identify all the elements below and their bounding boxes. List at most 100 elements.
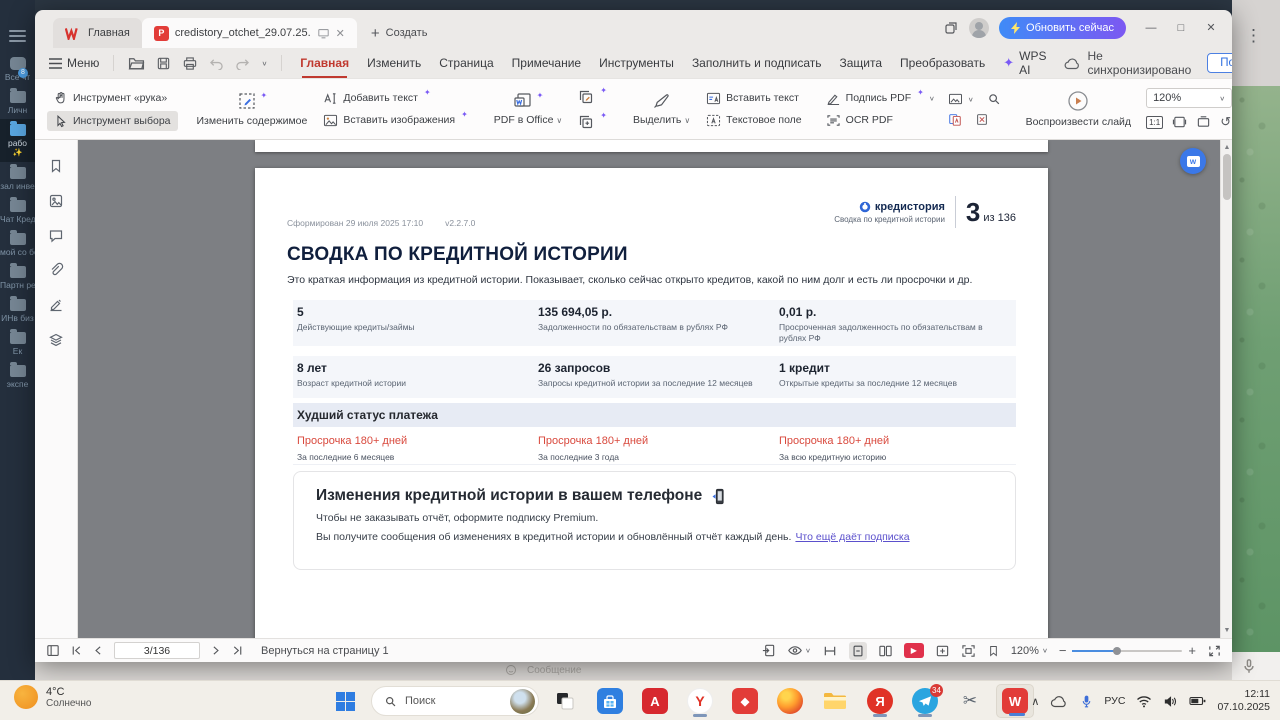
thumbnails-icon[interactable] <box>48 193 64 209</box>
menu-wps-ai[interactable]: ✦ WPS AI <box>1003 49 1046 77</box>
tab-document[interactable]: P credistory_otchet_29.07.25.pdf ✕ <box>141 18 357 48</box>
side-panel-icon[interactable] <box>45 643 61 658</box>
snipping-tool-button[interactable]: ✂ <box>951 684 989 718</box>
image-tools-button[interactable]: ∨ <box>946 91 976 107</box>
insert-text-button[interactable]: Вставить текст <box>699 89 808 108</box>
close-button[interactable]: ✕ <box>1196 16 1226 40</box>
view-mode-button[interactable]: ∨ <box>787 644 811 657</box>
update-now-button[interactable]: Обновить сейчас <box>999 17 1126 39</box>
tray-expand-icon[interactable]: ∧ <box>1031 695 1039 708</box>
bookmark-icon[interactable] <box>48 158 64 174</box>
tab-list-icon[interactable] <box>943 20 959 36</box>
scroll-down-icon[interactable]: ▼ <box>1221 627 1232 634</box>
search-button[interactable] <box>985 90 1003 108</box>
onedrive-cloud-icon[interactable] <box>1050 694 1069 708</box>
tg-folder-all-chats[interactable]: 8 Все чт <box>0 52 35 86</box>
translate-button[interactable] <box>946 111 964 128</box>
menu-convert[interactable]: Преобразовать <box>900 56 985 70</box>
convert-image-button[interactable]: ✦ <box>571 86 614 108</box>
add-text-button[interactable]: Добавить текст ✦ <box>316 88 474 108</box>
first-page-icon[interactable] <box>70 644 83 657</box>
fit-width-icon[interactable] <box>822 644 838 658</box>
zoom-slider-knob[interactable] <box>1113 646 1122 655</box>
user-avatar[interactable] <box>969 18 990 38</box>
document-canvas[interactable]: Сформирован 29 июля 2025 17:10 v2.2.7.0 к… <box>78 140 1220 638</box>
tg-folder[interactable]: экспе <box>0 360 35 393</box>
clock[interactable]: 12:11 07.10.2025 <box>1217 688 1270 714</box>
zoom-level-select[interactable]: 120% ∨ <box>1011 645 1048 657</box>
scrollbar-thumb[interactable] <box>1223 154 1231 200</box>
last-page-icon[interactable] <box>231 644 244 657</box>
microphone-icon[interactable] <box>1080 694 1093 709</box>
continuous-view-icon[interactable] <box>935 644 950 658</box>
menu-comment[interactable]: Примечание <box>512 56 581 70</box>
prev-page-icon[interactable] <box>92 644 105 657</box>
tg-folder[interactable]: мой со бо <box>0 228 35 261</box>
zoom-minus-icon[interactable]: − <box>1059 643 1067 658</box>
pdf-convert-float-button[interactable]: w <box>1180 148 1206 174</box>
emoji-icon[interactable] <box>505 664 517 676</box>
yandex-browser-button[interactable]: Y <box>681 684 719 718</box>
menu-fill-sign[interactable]: Заполнить и подписать <box>692 56 822 70</box>
more-menu-icon[interactable]: ⋮ <box>1245 26 1262 46</box>
tg-folder[interactable]: Ек <box>0 327 35 360</box>
two-page-view-icon[interactable] <box>878 644 893 658</box>
menu-button[interactable]: Меню <box>49 56 99 70</box>
message-placeholder[interactable]: Сообщение <box>527 665 581 676</box>
microphone-icon[interactable] <box>1240 657 1258 675</box>
close-tab-icon[interactable]: ✕ <box>336 27 345 40</box>
select-tool-button[interactable]: Инструмент выбора <box>47 110 178 131</box>
vertical-scrollbar[interactable]: ▲ ▼ <box>1220 140 1232 638</box>
single-page-view-button[interactable] <box>848 641 867 660</box>
fullscreen-icon[interactable] <box>1207 644 1222 658</box>
task-view-button[interactable] <box>546 684 584 718</box>
minimize-button[interactable]: — <box>1136 16 1166 40</box>
tab-home[interactable]: Главная <box>53 18 142 48</box>
tg-folder-active[interactable]: рабо ✨ <box>0 119 35 162</box>
open-folder-icon[interactable] <box>128 56 145 71</box>
tg-folder[interactable]: Личн <box>0 86 35 119</box>
menu-tools[interactable]: Инструменты <box>599 56 674 70</box>
battery-icon[interactable] <box>1189 695 1206 707</box>
ocr-pdf-button[interactable]: OCR PDF <box>819 111 942 130</box>
speaker-icon[interactable] <box>1163 695 1178 708</box>
weather-widget[interactable]: 4°C Солнечно <box>14 685 91 709</box>
wps-office-button[interactable]: W <box>996 684 1034 718</box>
start-button[interactable] <box>326 684 364 718</box>
zoom-slider[interactable]: − + <box>1059 643 1196 658</box>
actual-size-button[interactable]: 1:1 <box>1146 115 1164 129</box>
chevron-down-icon[interactable]: ∨ <box>261 59 267 66</box>
print-icon[interactable] <box>182 56 198 71</box>
rotate-left-icon[interactable]: ↺ <box>1220 114 1231 130</box>
edit-content-button[interactable]: ✦ Изменить содержимое <box>188 83 317 135</box>
signature-icon[interactable] <box>48 297 64 313</box>
microsoft-store-button[interactable] <box>591 684 629 718</box>
tg-folder[interactable]: ИНв биз <box>0 294 35 327</box>
zoom-select[interactable]: 120% ∨ <box>1146 88 1232 108</box>
menu-protect[interactable]: Защита <box>840 56 883 70</box>
tg-folder[interactable]: зал инве <box>0 162 35 195</box>
redo-icon[interactable] <box>235 57 250 70</box>
save-icon[interactable] <box>156 56 171 71</box>
menu-home[interactable]: Главная <box>300 56 349 78</box>
hand-tool-button[interactable]: Инструмент «рука» <box>47 88 178 108</box>
delete-page-button[interactable] <box>973 111 991 128</box>
insert-images-button[interactable]: Вставить изображения ✦ <box>316 110 474 130</box>
keeper-app-button[interactable]: ◆ <box>726 684 764 718</box>
page-number-input[interactable] <box>114 642 200 659</box>
export-page-icon[interactable] <box>761 643 776 658</box>
yandex-app-button[interactable]: Я <box>861 684 899 718</box>
firefox-button[interactable] <box>771 684 809 718</box>
hamburger-icon[interactable] <box>9 30 26 42</box>
text-field-button[interactable]: Текстовое поле <box>699 111 808 130</box>
menu-page[interactable]: Страница <box>439 56 493 70</box>
zoom-plus-icon[interactable]: + <box>1188 643 1196 658</box>
sign-pdf-button[interactable]: Подпись PDF ✦ ∨ <box>819 88 942 108</box>
tg-folder[interactable]: Чат Кред <box>0 195 35 228</box>
play-slide-button[interactable]: Воспроизвести слайд <box>1017 83 1141 135</box>
sync-status[interactable]: Не синхронизировано <box>1064 49 1191 77</box>
comment-icon[interactable] <box>48 228 64 243</box>
pdf-to-office-button[interactable]: ✦ PDF в Office ∨ <box>485 83 571 135</box>
taskbar-search[interactable]: Поиск <box>371 686 539 716</box>
attachment-icon[interactable] <box>48 262 64 278</box>
